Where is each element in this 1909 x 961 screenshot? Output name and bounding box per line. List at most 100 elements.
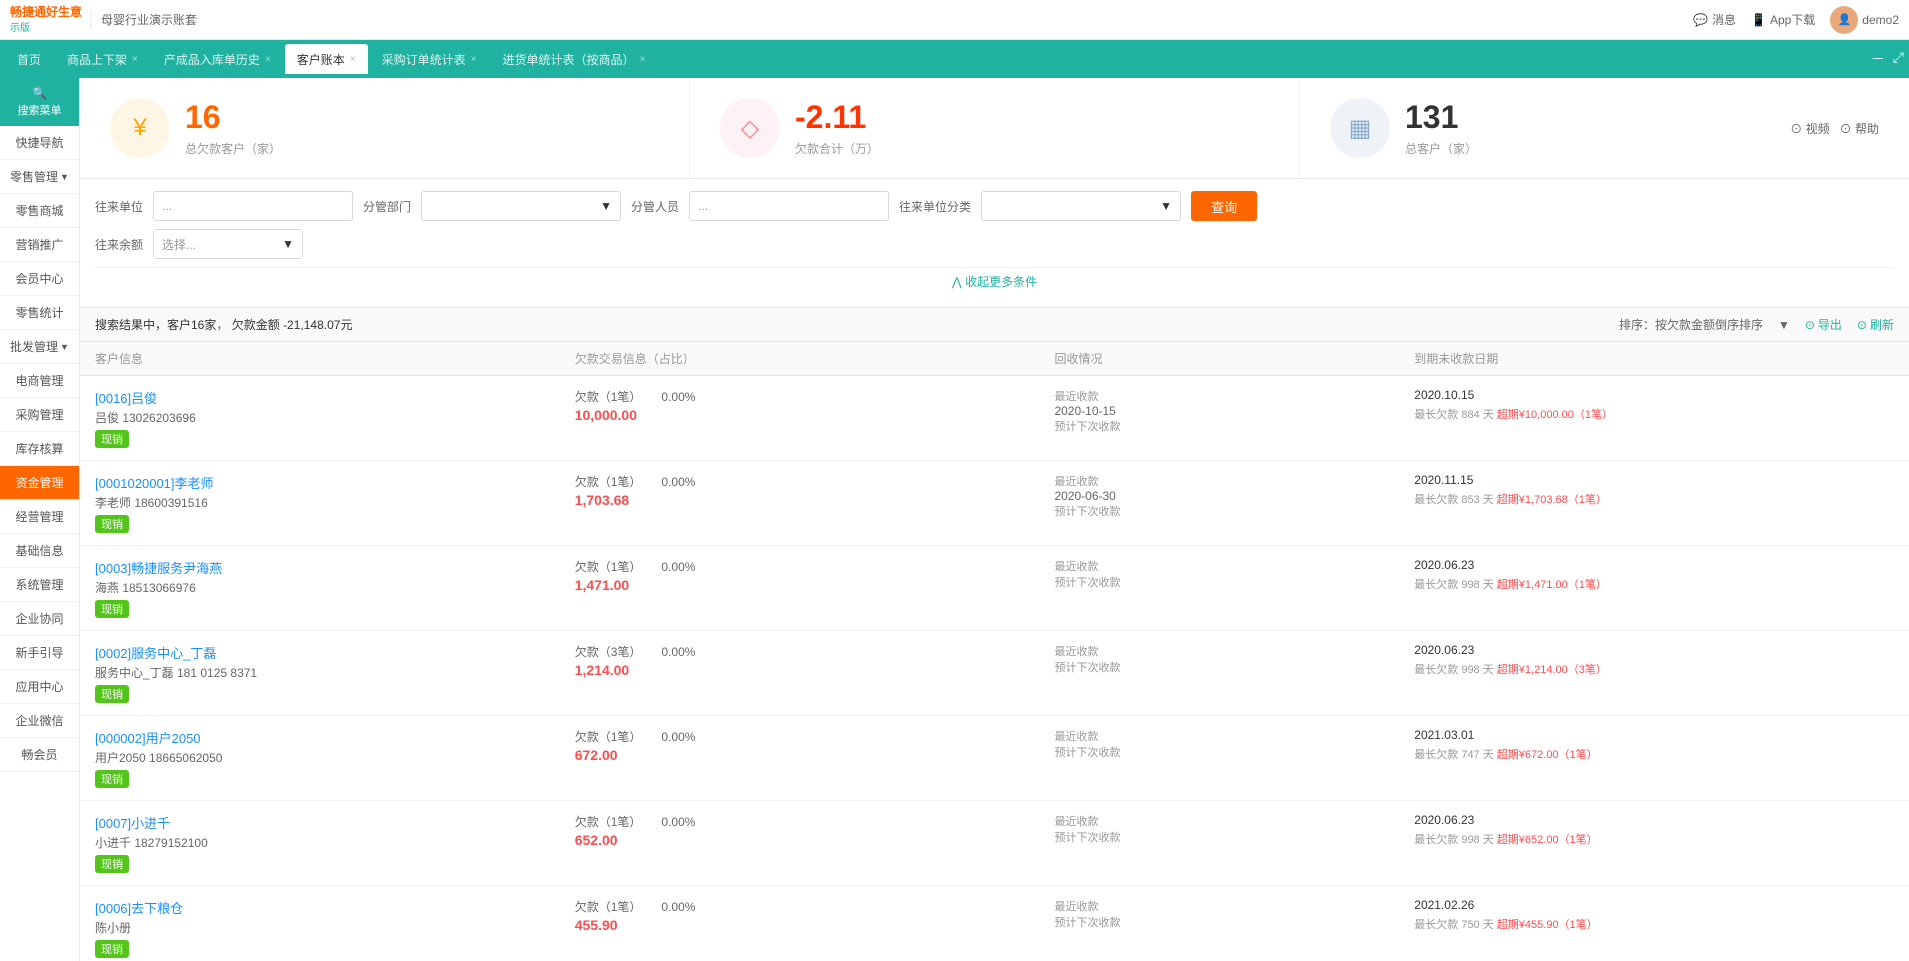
overdue-link[interactable]: 超期¥10,000.00（1笔） [1497, 409, 1613, 421]
customer-phone: 李老师 18600391516 [95, 494, 575, 511]
logo-area: 畅捷通好生意 示版 [10, 5, 90, 34]
customer-name-link[interactable]: [0003]畅捷服务尹海燕 [95, 561, 222, 576]
video-button[interactable]: ⊙ 视频 [1790, 120, 1829, 137]
customer-name-link[interactable]: [0006]去下粮仓 [95, 901, 183, 916]
sidebar-item-system[interactable]: 系统管理 [0, 568, 79, 602]
collapse-button[interactable]: ⋀ 收起更多条件 [95, 267, 1894, 295]
customer-name-link[interactable]: [0002]服务中心_丁磊 [95, 646, 216, 661]
overdue-info: 最长欠款 853 天 超期¥1,703.68（1笔） [1414, 491, 1894, 507]
tab-product-in-close[interactable]: × [265, 54, 271, 65]
tab-product-off-label: 商品上下架 [67, 51, 127, 68]
user-menu[interactable]: 👤 demo2 [1830, 6, 1899, 34]
tab-home[interactable]: 首页 [5, 44, 53, 74]
sidebar-item-member-card[interactable]: 畅会员 [0, 738, 79, 772]
customer-phone: 小进千 18279152100 [95, 834, 575, 851]
query-button[interactable]: 查询 [1191, 191, 1257, 221]
unit-classify-select[interactable]: ▼ [981, 191, 1181, 221]
chevron-down-icon-2: ▼ [60, 342, 69, 352]
sidebar-item-retail-stats[interactable]: 零售统计 [0, 296, 79, 330]
total-customers-value: 131 [1405, 99, 1477, 136]
tab-customer-account-close[interactable]: × [350, 54, 356, 65]
sidebar-item-ecommerce[interactable]: 电商管理 [0, 364, 79, 398]
content-area: ¥ 16 总欠款客户（家） ◇ -2.11 欠款合计（万） ▦ 131 总客户（… [80, 78, 1909, 961]
customer-tag: 现销 [95, 685, 129, 703]
overdue-link[interactable]: 超期¥455.90（1笔） [1497, 919, 1598, 931]
sidebar-item-batch-mgmt[interactable]: 批发管理 ▼ [0, 330, 79, 364]
debt-info-cell: 欠款（3笔） 1,214.00 0.00% [575, 643, 1055, 678]
app-download-button[interactable]: 📱 App下载 [1751, 11, 1815, 28]
customer-name-link[interactable]: [0001020001]李老师 [95, 476, 214, 491]
overdue-link[interactable]: 超期¥1,471.00（1笔） [1497, 579, 1607, 591]
tab-purchase-order-close[interactable]: × [471, 54, 477, 65]
tab-customer-account[interactable]: 客户账本 × [285, 44, 368, 74]
sidebar-item-marketing[interactable]: 营销推广 [0, 228, 79, 262]
overdue-info: 最长欠款 998 天 超期¥1,214.00（3笔） [1414, 661, 1894, 677]
customer-name-link[interactable]: [000002]用户2050 [95, 731, 201, 746]
sidebar-item-guide[interactable]: 新手引导 [0, 636, 79, 670]
sidebar-item-member[interactable]: 会员中心 [0, 262, 79, 296]
overdue-link[interactable]: 超期¥1,214.00（3笔） [1497, 664, 1607, 676]
from-unit-input[interactable]: ... [153, 191, 353, 221]
customer-phone: 海燕 18513066976 [95, 579, 575, 596]
unit-classify-label: 往来单位分类 [899, 198, 971, 215]
sidebar-item-app-center[interactable]: 应用中心 [0, 670, 79, 704]
refresh-button[interactable]: ⊙ 刷新 [1857, 316, 1894, 333]
tab-import-stats-close[interactable]: × [639, 54, 645, 65]
customer-info-cell: [000002]用户2050 用户2050 18665062050 现销 [95, 728, 575, 788]
sidebar-member-label: 会员中心 [15, 272, 63, 286]
tab-purchase-order[interactable]: 采购订单统计表 × [370, 44, 489, 74]
last-collection-date: 2020-10-15 [1054, 404, 1414, 418]
debt-total-value: -2.11 [795, 99, 879, 136]
customer-info-cell: [0006]去下粮仓 陈小册 现销 [95, 898, 575, 958]
dept-select[interactable]: ▼ [421, 191, 621, 221]
last-collection-label: 最近收款 [1054, 643, 1414, 659]
sidebar-search[interactable]: 🔍 搜索菜单 [0, 78, 79, 126]
logo-sub: 示版 [10, 19, 82, 34]
tab-product-off[interactable]: 商品上下架 × [55, 44, 150, 74]
sidebar-basic-info-label: 基础信息 [15, 544, 63, 558]
debt-customers-label: 总欠款客户（家） [185, 140, 281, 157]
sidebar-item-enterprise[interactable]: 企业协同 [0, 602, 79, 636]
app-icon: 📱 [1751, 13, 1766, 27]
dept-chevron-icon: ▼ [600, 199, 612, 213]
sidebar-item-wechat[interactable]: 企业微信 [0, 704, 79, 738]
sidebar-item-retail-store[interactable]: 零售商城 [0, 194, 79, 228]
sidebar-item-inventory[interactable]: 库存核算 [0, 432, 79, 466]
overdue-link[interactable]: 超期¥1,703.68（1笔） [1497, 494, 1607, 506]
sidebar-item-basic-info[interactable]: 基础信息 [0, 534, 79, 568]
tab-import-stats[interactable]: 进货单统计表（按商品） × [490, 44, 657, 74]
debt-total-icon: ◇ [720, 98, 780, 158]
sidebar-item-finance[interactable]: 资金管理 [0, 466, 79, 500]
sidebar-item-retail-mgmt[interactable]: 零售管理 ▼ [0, 160, 79, 194]
sidebar-item-purchase[interactable]: 采购管理 [0, 398, 79, 432]
debt-ratio: 0.00% [661, 815, 695, 829]
message-button[interactable]: 💬 消息 [1693, 11, 1736, 28]
customer-phone: 用户2050 18665062050 [95, 749, 575, 766]
debt-customers-value: 16 [185, 99, 281, 136]
person-label: 分管人员 [631, 198, 679, 215]
overdue-date: 2020.10.15 [1414, 388, 1894, 402]
export-button[interactable]: ⊙ 导出 [1805, 316, 1842, 333]
debt-ratio: 0.00% [661, 645, 695, 659]
sidebar-item-operations[interactable]: 经营管理 [0, 500, 79, 534]
table-row: [000002]用户2050 用户2050 18665062050 现销 欠款（… [80, 716, 1909, 801]
debt-amount: 1,703.68 [575, 492, 642, 508]
help-button[interactable]: ⊙ 帮助 [1840, 120, 1879, 137]
tab-product-off-close[interactable]: × [132, 54, 138, 65]
customer-name-link[interactable]: [0016]吕俊 [95, 391, 157, 406]
debt-ratio: 0.00% [661, 560, 695, 574]
overdue-date: 2020.11.15 [1414, 473, 1894, 487]
sidebar-item-quick-nav[interactable]: 快捷导航 [0, 126, 79, 160]
balance-select[interactable]: 选择... ▼ [153, 229, 303, 259]
customer-name-link[interactable]: [0007]小进千 [95, 816, 170, 831]
debt-count: 欠款（1笔） [575, 473, 642, 490]
overdue-link[interactable]: 超期¥652.00（1笔） [1497, 834, 1598, 846]
overdue-info: 最长欠款 750 天 超期¥455.90（1笔） [1414, 916, 1894, 932]
tab-bar: 首页 商品上下架 × 产成品入库单历史 × 客户账本 × 采购订单统计表 × 进… [0, 40, 1909, 78]
tab-product-in[interactable]: 产成品入库单历史 × [152, 44, 283, 74]
person-input[interactable]: ... [689, 191, 889, 221]
customer-phone: 陈小册 [95, 919, 575, 936]
overdue-link[interactable]: 超期¥672.00（1笔） [1497, 749, 1598, 761]
tab-minimize-icon[interactable]: － [1871, 49, 1885, 69]
tab-expand-icon[interactable]: ⤢ [1893, 49, 1904, 69]
